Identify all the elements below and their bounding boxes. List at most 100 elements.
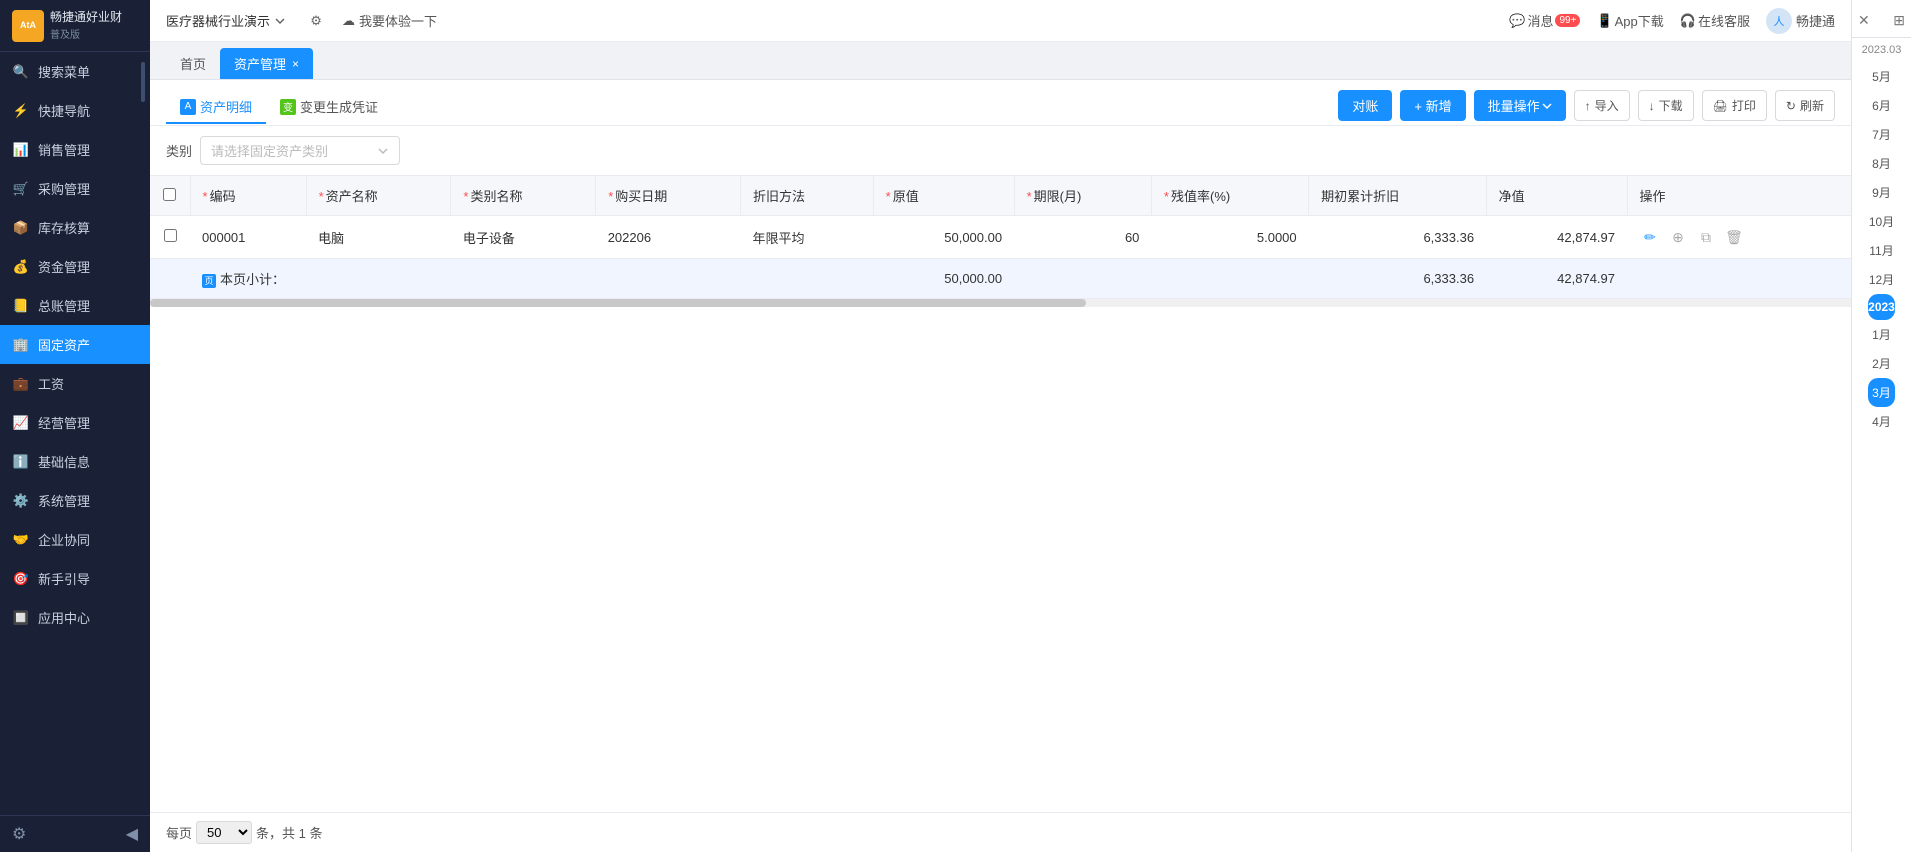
table-header-row: *编码 *资产名称 *类别名称 *购买日期 折旧方法 *原值 *期限(月) *残… xyxy=(150,176,1851,216)
topbar-right: 💬 消息 99+ 📱 App下载 🎧 在线客服 人 畅捷通 xyxy=(1509,8,1835,34)
sidebar-item-enterprise[interactable]: 🤝 企业协同 xyxy=(0,520,150,559)
sidebar-item-app-center[interactable]: 🔲 应用中心 xyxy=(0,598,150,637)
download-button[interactable]: ↓ 下载 xyxy=(1638,90,1694,121)
topbar-settings-icon[interactable]: ⚙ xyxy=(302,7,330,35)
per-page-select[interactable]: 50 100 xyxy=(196,821,252,844)
sidebar-item-basic-info[interactable]: ℹ️ 基础信息 xyxy=(0,442,150,481)
month-item-prev[interactable]: 6月 xyxy=(1868,91,1895,120)
month-item-prev[interactable]: 5月 xyxy=(1868,62,1895,91)
filter-bar: 类别 请选择固定资产类别 xyxy=(150,126,1851,176)
subtotal-row: 页本页小计： 50,000.00 6,333.36 42,874.97 xyxy=(150,259,1851,299)
month-item-prev[interactable]: 12月 xyxy=(1868,265,1895,294)
refresh-button[interactable]: ↻ 刷新 xyxy=(1775,90,1835,121)
sidebar-item-quick-nav[interactable]: ⚡ 快捷导航 xyxy=(0,91,150,130)
month-item-curr[interactable]: 1月 xyxy=(1868,320,1895,349)
delete-icon[interactable]: 🗑 xyxy=(1723,226,1745,248)
tab-asset-detail[interactable]: A 资产明细 xyxy=(166,91,266,124)
pagination: 每页 50 100 条，共 1 条 xyxy=(150,812,1851,852)
sidebar-item-ledger[interactable]: 📒 总账管理 xyxy=(0,286,150,325)
sidebar-item-search[interactable]: 🔍 搜索菜单 xyxy=(0,52,150,91)
inventory-icon: 📦 xyxy=(12,219,30,237)
company-name: 医疗器械行业演示 xyxy=(166,11,270,30)
sidebar-item-system[interactable]: ⚙️ 系统管理 xyxy=(0,481,150,520)
month-item-curr[interactable]: 2月 xyxy=(1868,349,1895,378)
category-filter[interactable]: 请选择固定资产类别 xyxy=(200,136,400,165)
print-button[interactable]: 🖨 打印 xyxy=(1702,90,1767,121)
refresh-icon: ↻ xyxy=(1786,99,1796,113)
ledger-icon: 📒 xyxy=(12,297,30,315)
month-item-prev[interactable]: 7月 xyxy=(1868,120,1895,149)
duizhang-button[interactable]: 对账 xyxy=(1338,90,1392,121)
sidebar-item-purchase[interactable]: 🛒 采购管理 xyxy=(0,169,150,208)
th-period: *期限(月) xyxy=(1014,176,1151,216)
month-item-prev[interactable]: 8月 xyxy=(1868,149,1895,178)
sidebar-item-payroll[interactable]: 💼 工资 xyxy=(0,364,150,403)
cell-code: 000001 xyxy=(190,216,306,259)
batch-button[interactable]: 批量操作 xyxy=(1474,90,1566,121)
th-net-value: 净值 xyxy=(1486,176,1627,216)
new-button[interactable]: + 新增 xyxy=(1400,90,1465,121)
duplicate-icon[interactable]: ⧉ xyxy=(1695,226,1717,248)
sidebar-item-fixed-assets[interactable]: 🏢 固定资产 xyxy=(0,325,150,364)
tab-asset-management[interactable]: 资产管理 × xyxy=(220,48,313,79)
payroll-icon: 💼 xyxy=(12,375,30,393)
cell-residual-rate: 5.0000 xyxy=(1151,216,1308,259)
year-marker[interactable]: 2023 xyxy=(1868,294,1895,320)
right-panel: ✕ ⊞ 2023.03 5月6月7月8月9月10月11月12月20231月2月3… xyxy=(1851,0,1911,852)
cell-purchase-date: 202206 xyxy=(596,216,741,259)
th-checkbox xyxy=(150,176,190,216)
system-icon: ⚙️ xyxy=(12,492,30,510)
company-selector[interactable]: 医疗器械行业演示 xyxy=(166,11,286,30)
sidebar-bottom: ⚙ ◀ xyxy=(0,815,150,852)
cell-action: ✏ ⊕ ⧉ 🗑 xyxy=(1627,216,1851,259)
user-info[interactable]: 人 畅捷通 xyxy=(1766,8,1835,34)
close-panel-icon[interactable]: ✕ xyxy=(1856,10,1872,31)
month-item-prev[interactable]: 9月 xyxy=(1868,178,1895,207)
sidebar-item-inventory[interactable]: 📦 库存核算 xyxy=(0,208,150,247)
active-month-item[interactable]: 3月 xyxy=(1868,378,1895,407)
notification-item[interactable]: 💬 消息 99+ xyxy=(1509,11,1580,30)
sidebar-nav: 🔍 搜索菜单 ⚡ 快捷导航 📊 销售管理 🛒 采购管理 📦 库存核算 💰 资金管… xyxy=(0,52,150,815)
settings-icon[interactable]: ⚙ xyxy=(12,824,26,844)
guide-icon: 🎯 xyxy=(12,570,30,588)
app-download-item[interactable]: 📱 App下载 xyxy=(1596,11,1663,30)
sidebar-item-sales[interactable]: 📊 销售管理 xyxy=(0,130,150,169)
copy-icon[interactable]: ⊕ xyxy=(1667,226,1689,248)
experience-button[interactable]: ☁ 我要体验一下 xyxy=(342,11,437,30)
download-icon: ↓ xyxy=(1649,99,1655,113)
tab-close-icon[interactable]: × xyxy=(292,57,299,71)
sidebar-item-fund[interactable]: 💰 资金管理 xyxy=(0,247,150,286)
month-item-prev[interactable]: 10月 xyxy=(1868,207,1895,236)
expand-panel-icon[interactable]: ⊞ xyxy=(1891,10,1907,31)
edit-icon[interactable]: ✏ xyxy=(1639,226,1661,248)
tab-home[interactable]: 首页 xyxy=(166,48,220,79)
month-item-curr[interactable]: 4月 xyxy=(1868,407,1895,436)
export-button[interactable]: ↑ 导入 xyxy=(1574,90,1630,121)
subtotal-net-value: 42,874.97 xyxy=(1486,259,1627,299)
online-service-item[interactable]: 🎧 在线客服 xyxy=(1680,11,1750,30)
tab-change-voucher[interactable]: 变 变更生成凭证 xyxy=(266,91,392,124)
cell-category: 电子设备 xyxy=(451,216,596,259)
row-checkbox[interactable] xyxy=(164,229,177,242)
sidebar-item-guide[interactable]: 🎯 新手引导 xyxy=(0,559,150,598)
total-label: 条，共 1 条 xyxy=(256,823,322,842)
change-voucher-icon: 变 xyxy=(280,99,296,115)
sidebar-item-management[interactable]: 📈 经营管理 xyxy=(0,403,150,442)
scrollbar-thumb xyxy=(150,299,1086,307)
purchase-icon: 🛒 xyxy=(12,180,30,198)
logo-version: 普及版 xyxy=(50,26,122,41)
month-list: 5月6月7月8月9月10月11月12月20231月2月3月4月 xyxy=(1868,62,1895,436)
month-item-prev[interactable]: 11月 xyxy=(1868,236,1895,265)
chevron-down-icon xyxy=(274,15,286,27)
right-panel-header: ✕ ⊞ xyxy=(1852,4,1911,38)
subtotal-period-depreciation: 6,333.36 xyxy=(1309,259,1486,299)
table-row: 000001 电脑 电子设备 202206 年限平均 50,000.00 60 … xyxy=(150,216,1851,259)
collapse-icon[interactable]: ◀ xyxy=(126,824,138,844)
horizontal-scrollbar[interactable] xyxy=(150,299,1851,307)
per-page-label: 每页 xyxy=(166,823,192,842)
select-all-checkbox[interactable] xyxy=(163,188,176,201)
asset-table: *编码 *资产名称 *类别名称 *购买日期 折旧方法 *原值 *期限(月) *残… xyxy=(150,176,1851,299)
sales-icon: 📊 xyxy=(12,141,30,159)
th-period-depreciation: 期初累计折旧 xyxy=(1309,176,1486,216)
fund-icon: 💰 xyxy=(12,258,30,276)
